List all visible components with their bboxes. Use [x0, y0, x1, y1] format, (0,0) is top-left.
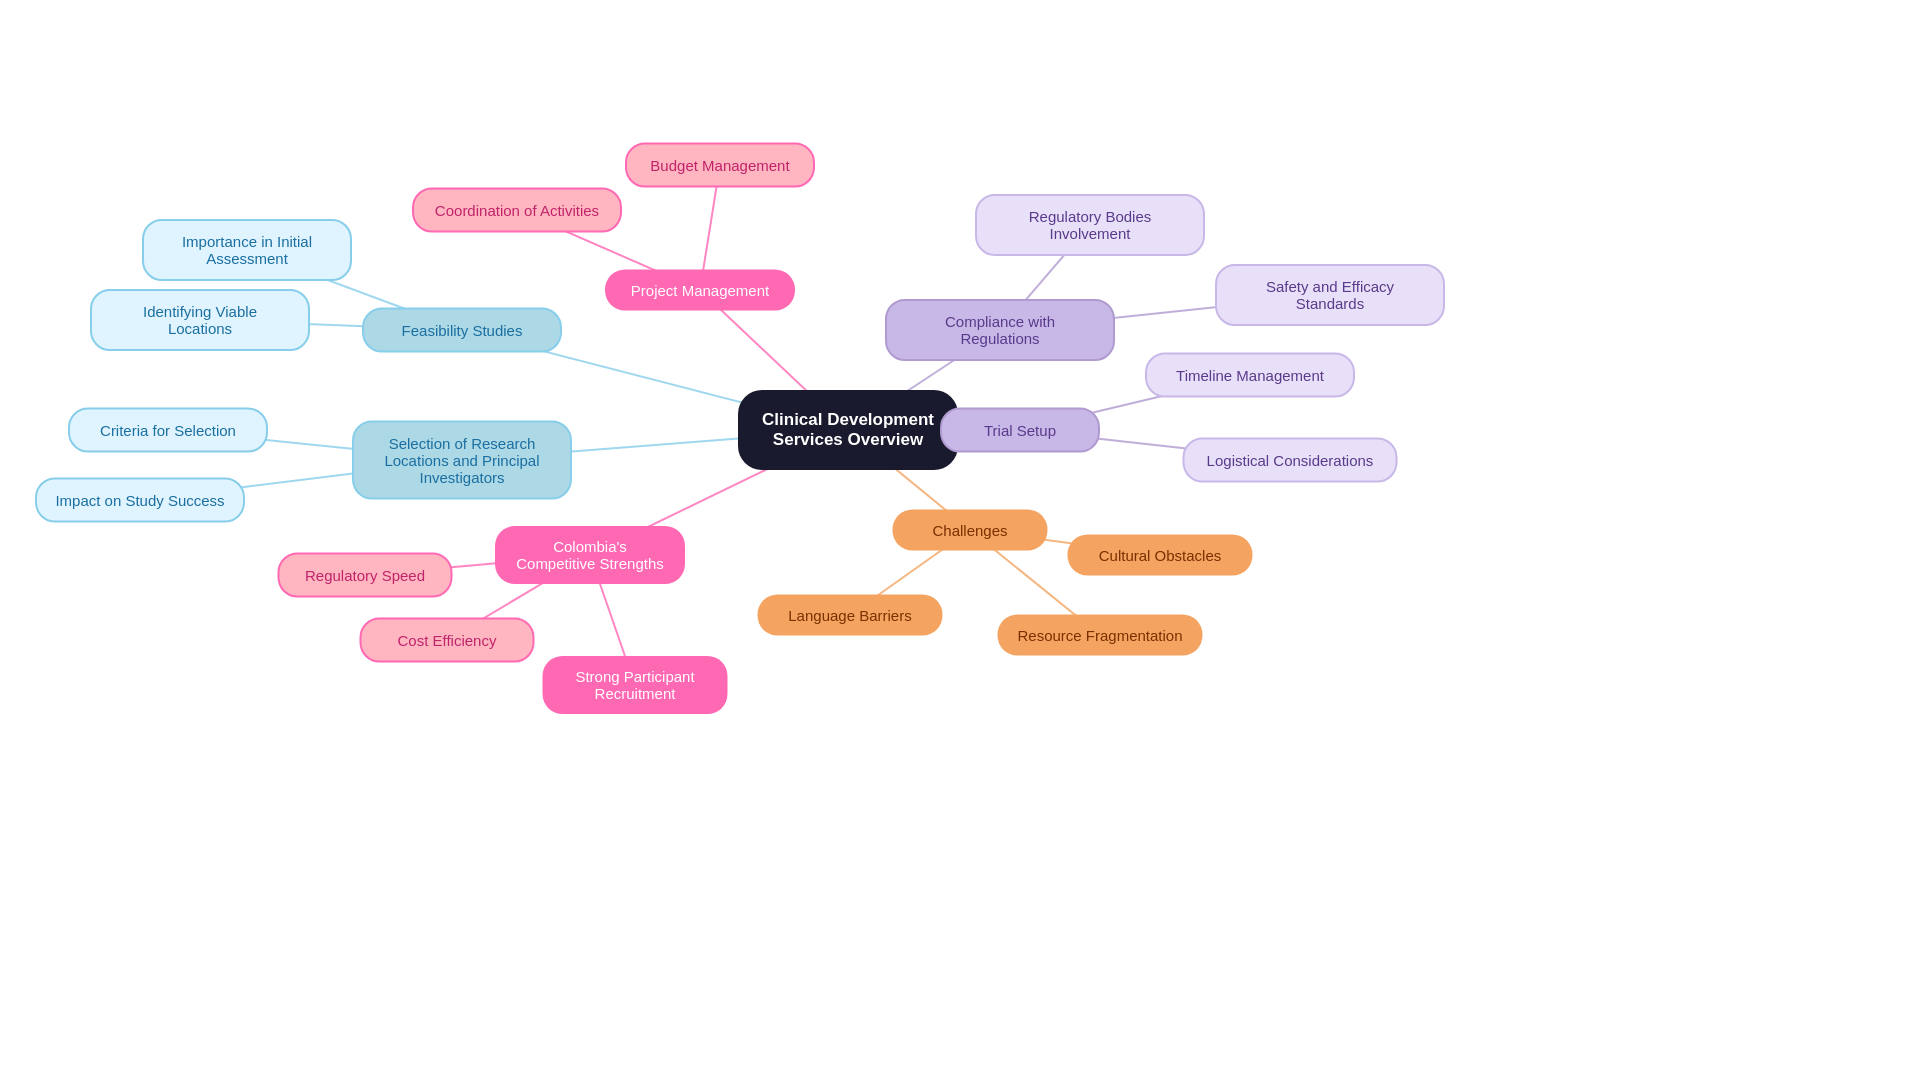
center-node[interactable]: Clinical Development Services Overview: [738, 390, 958, 470]
node-coordination[interactable]: Coordination of Activities: [412, 188, 622, 233]
node-resource[interactable]: Resource Fragmentation: [998, 615, 1203, 656]
node-criteria[interactable]: Criteria for Selection: [68, 408, 268, 453]
node-strong[interactable]: Strong Participant Recruitment: [543, 656, 728, 714]
node-selection[interactable]: Selection of Research Locations and Prin…: [352, 421, 572, 500]
node-trial_setup[interactable]: Trial Setup: [940, 408, 1100, 453]
node-logistical[interactable]: Logistical Considerations: [1183, 438, 1398, 483]
node-project[interactable]: Project Management: [605, 270, 795, 311]
node-language[interactable]: Language Barriers: [758, 595, 943, 636]
node-regulatory_bodies[interactable]: Regulatory Bodies Involvement: [975, 194, 1205, 256]
node-regulatory_speed[interactable]: Regulatory Speed: [278, 553, 453, 598]
node-compliance[interactable]: Compliance with Regulations: [885, 299, 1115, 361]
node-cultural[interactable]: Cultural Obstacles: [1068, 535, 1253, 576]
node-impact[interactable]: Impact on Study Success: [35, 478, 245, 523]
node-timeline[interactable]: Timeline Management: [1145, 353, 1355, 398]
node-feasibility[interactable]: Feasibility Studies: [362, 308, 562, 353]
mindmap: Clinical Development Services Overview Fe…: [0, 0, 1920, 1083]
node-challenges[interactable]: Challenges: [893, 510, 1048, 551]
node-importance[interactable]: Importance in Initial Assessment: [142, 219, 352, 281]
node-safety[interactable]: Safety and Efficacy Standards: [1215, 264, 1445, 326]
node-budget[interactable]: Budget Management: [625, 143, 815, 188]
node-cost[interactable]: Cost Efficiency: [360, 618, 535, 663]
node-colombia[interactable]: Colombia's Competitive Strengths: [495, 526, 685, 584]
node-identifying[interactable]: Identifying Viable Locations: [90, 289, 310, 351]
